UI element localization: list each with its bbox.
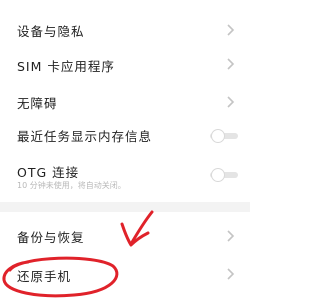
settings-item-sim-apps[interactable]: SIM 卡应用程序 bbox=[0, 48, 250, 86]
settings-item-recent-tasks-memory: 最近任务显示内存信息 bbox=[0, 122, 250, 152]
settings-item-label: 无障碍 bbox=[17, 96, 58, 111]
settings-item-label: 设备与隐私 bbox=[17, 24, 85, 39]
settings-item-label: 还原手机 bbox=[17, 269, 72, 284]
settings-item-label: SIM 卡应用程序 bbox=[17, 59, 115, 74]
settings-item-label: OTG 连接 bbox=[17, 165, 80, 180]
chevron-right-icon bbox=[227, 96, 235, 108]
settings-item-reset-phone[interactable]: 还原手机 bbox=[0, 258, 250, 292]
otg-toggle[interactable] bbox=[208, 167, 240, 183]
chevron-right-icon bbox=[227, 230, 235, 242]
settings-item-sublabel: 10 分钟未使用，将自动关闭。 bbox=[17, 181, 126, 190]
settings-item-otg: OTG 连接 10 分钟未使用，将自动关闭。 bbox=[0, 152, 250, 196]
settings-item-label: 最近任务显示内存信息 bbox=[17, 129, 153, 144]
settings-item-accessibility[interactable]: 无障碍 bbox=[0, 86, 250, 122]
chevron-right-icon bbox=[227, 24, 235, 36]
settings-item-backup-restore[interactable]: 备份与恢复 bbox=[0, 218, 250, 254]
section-divider bbox=[0, 202, 250, 212]
chevron-right-icon bbox=[227, 268, 235, 280]
memory-info-toggle[interactable] bbox=[208, 128, 240, 144]
settings-item-device-privacy[interactable]: 设备与隐私 bbox=[0, 12, 250, 48]
chevron-right-icon bbox=[227, 58, 235, 70]
settings-item-label: 备份与恢复 bbox=[17, 230, 85, 245]
